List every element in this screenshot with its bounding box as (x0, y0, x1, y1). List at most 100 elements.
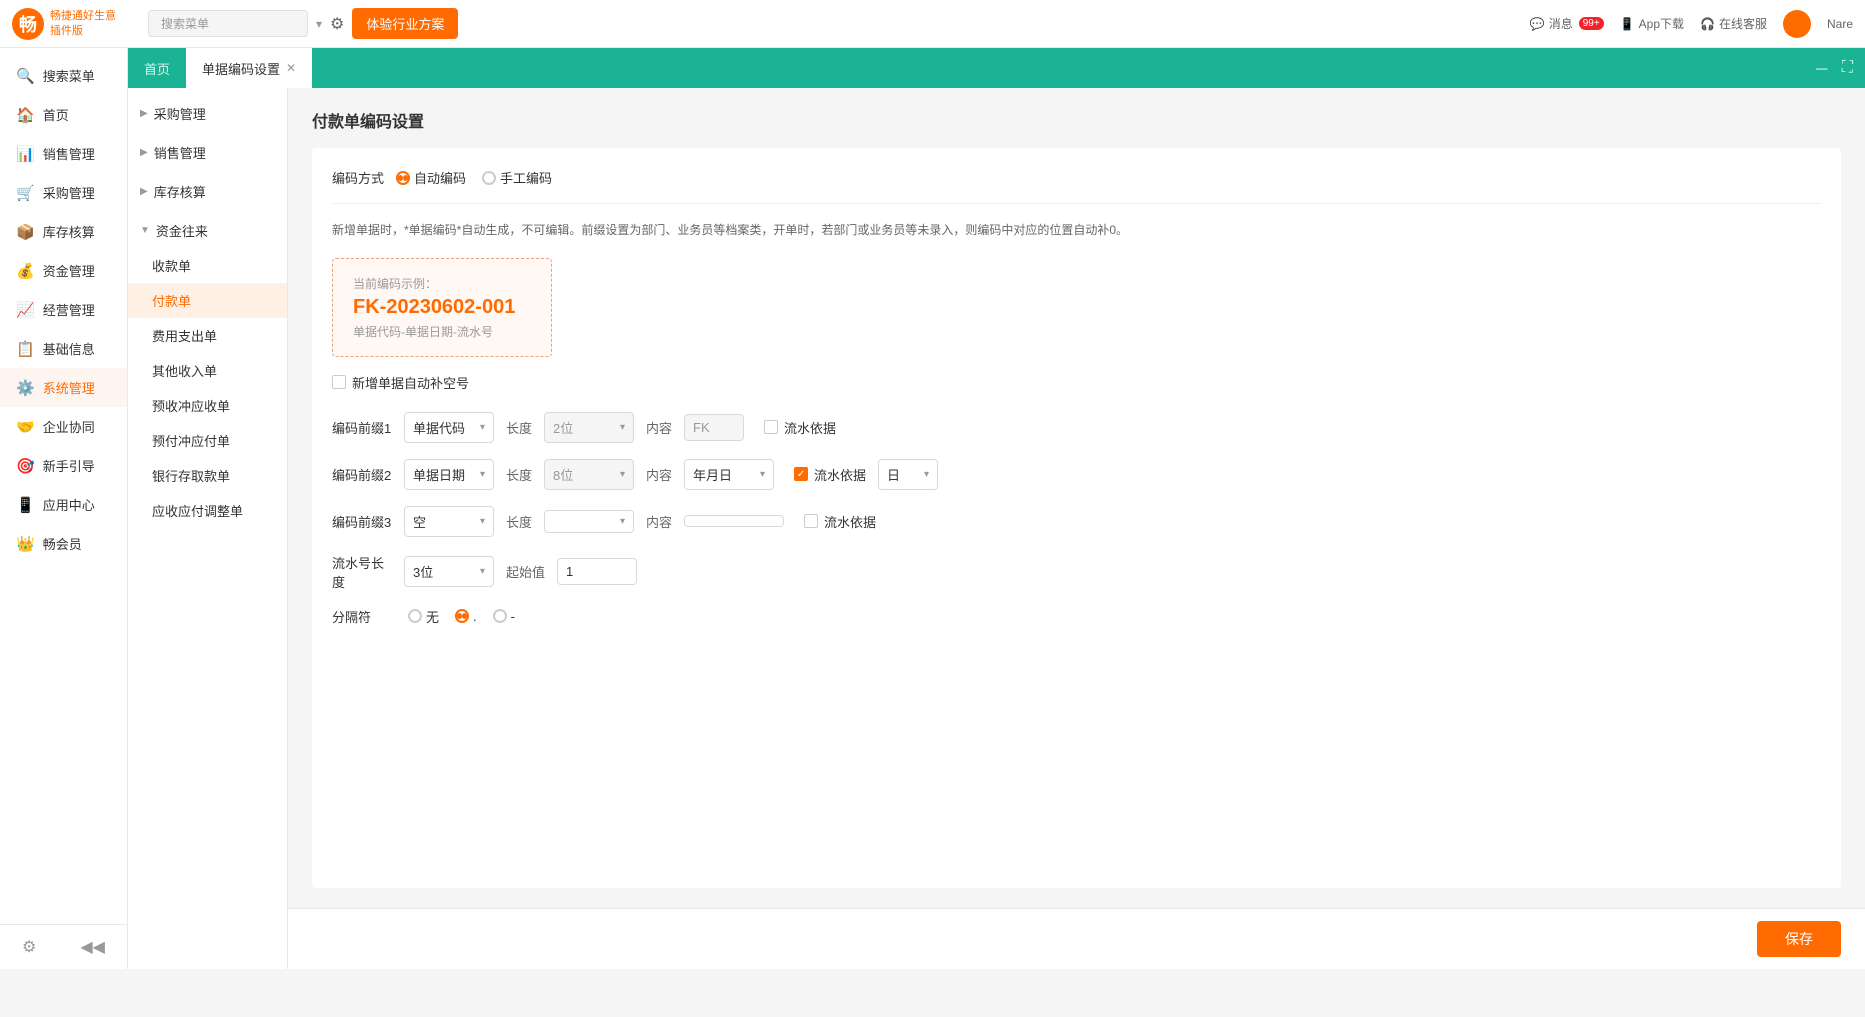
prefix1-row: 编码前缀1 单据代码 ▾ 长度 2位 ▾ 内容 FK (332, 412, 1821, 443)
prefix1-length-select[interactable]: 2位 ▾ (544, 412, 634, 443)
sidebar-item-apps[interactable]: 📱 应用中心 (0, 485, 127, 524)
separator-dot-radio[interactable]: . (455, 609, 477, 624)
encoding-method-label: 编码方式 (332, 168, 384, 187)
app-download-btn[interactable]: 📱 App下载 (1620, 15, 1684, 32)
prefix1-waterfall-checkbox[interactable] (764, 420, 778, 434)
tab-home[interactable]: 首页 (128, 48, 186, 88)
separator-row: 分隔符 无 . - (332, 607, 1821, 626)
user-avatar[interactable] (1783, 10, 1811, 38)
group-sales-title[interactable]: ▶ 销售管理 (128, 135, 287, 170)
sidebar-item-guide[interactable]: 🎯 新手引导 (0, 446, 127, 485)
prefix1-select-arrow: ▾ (480, 422, 485, 433)
settings-bottom-icon[interactable]: ⚙ (14, 933, 44, 961)
sidebar-item-other-income[interactable]: 其他收入单 (128, 353, 287, 388)
sidebar-item-operations[interactable]: 📈 经营管理 (0, 290, 127, 329)
purchase-icon: 🛒 (16, 184, 35, 202)
serial-length-select[interactable]: 3位 ▾ (404, 556, 494, 587)
tab-close-icon[interactable]: ✕ (286, 61, 296, 75)
sidebar-item-enterprise[interactable]: 🤝 企业协同 (0, 407, 127, 446)
sidebar-item-home[interactable]: 🏠 首页 (0, 95, 127, 134)
prefix2-waterfall-label: 流水依据 (814, 465, 866, 484)
prefix2-select-arrow: ▾ (480, 469, 485, 480)
header-settings-icon[interactable]: ⚙ (330, 14, 344, 34)
sidebar-item-expense[interactable]: 费用支出单 (128, 318, 287, 353)
serial-length-row: 流水号长度 3位 ▾ 起始值 1 (332, 553, 1821, 591)
collapse-icon[interactable]: ◀◀ (72, 933, 113, 961)
prefix1-select[interactable]: 单据代码 ▾ (404, 412, 494, 443)
enterprise-icon: 🤝 (16, 418, 35, 436)
prefix3-length-select[interactable]: ▾ (544, 510, 634, 533)
second-sidebar: ▶ 采购管理 ▶ 销售管理 ▶ 库存核算 (128, 88, 288, 969)
group-capital-title[interactable]: ▼ 资金往来 (128, 213, 287, 248)
auto-fill-row: 新增单据自动补空号 (332, 373, 1821, 392)
page-title: 付款单编码设置 (312, 108, 1841, 132)
start-value-input[interactable]: 1 (557, 558, 637, 585)
message-btn[interactable]: 💬 消息 99+ (1530, 15, 1604, 32)
separator-dash-radio[interactable]: - (493, 609, 515, 624)
trial-button[interactable]: 体验行业方案 (352, 8, 458, 39)
prefix3-label: 编码前缀3 (332, 512, 392, 531)
auto-code-radio[interactable]: 自动编码 (396, 168, 466, 187)
sidebar-item-sales[interactable]: 📊 销售管理 (0, 134, 127, 173)
sidebar-item-receipt[interactable]: 收款单 (128, 248, 287, 283)
separator-dot-circle (455, 609, 469, 623)
auto-fill-checkbox[interactable] (332, 375, 346, 389)
save-button[interactable]: 保存 (1757, 921, 1841, 957)
tab-minimize-icon[interactable]: － (1810, 52, 1834, 84)
message-icon: 💬 (1530, 17, 1545, 31)
group-sales-arrow: ▶ (140, 147, 148, 158)
tab-maximize-icon[interactable]: ⛶ (1838, 55, 1857, 81)
manual-code-radio[interactable]: 手工编码 (482, 168, 552, 187)
message-badge: 99+ (1579, 17, 1604, 30)
serial-length-label: 流水号长度 (332, 553, 392, 591)
sidebar-item-prepay-recv[interactable]: 预收冲应收单 (128, 388, 287, 423)
sidebar-item-adjustment[interactable]: 应收应付调整单 (128, 493, 287, 528)
sidebar-item-bank[interactable]: 银行存取款单 (128, 458, 287, 493)
prefix3-content-input[interactable] (684, 515, 784, 527)
prefix2-unit-select[interactable]: 日 ▾ (878, 459, 938, 490)
sidebar-item-finance[interactable]: 💰 资金管理 (0, 251, 127, 290)
sidebar-bottom: ⚙ ◀◀ (0, 924, 127, 969)
prefix2-select[interactable]: 单据日期 ▾ (404, 459, 494, 490)
separator-dash-circle (493, 609, 507, 623)
start-value-label: 起始值 (506, 562, 545, 581)
prefix1-content-input: FK (684, 414, 744, 441)
manual-code-radio-circle (482, 171, 496, 185)
sidebar-item-payment[interactable]: 付款单 (128, 283, 287, 318)
prefix3-select[interactable]: 空 ▾ (404, 506, 494, 537)
sidebar-nav: 🔍 搜索菜单 🏠 首页 📊 销售管理 🛒 采购管理 📦 库存核算 💰 资 (0, 48, 127, 924)
group-purchase: ▶ 采购管理 (128, 96, 287, 131)
prefix2-content-select[interactable]: 年月日 ▾ (684, 459, 774, 490)
tab-bar-actions: － ⛶ (1810, 52, 1865, 84)
tab-code-settings[interactable]: 单据编码设置 ✕ (186, 48, 312, 88)
sidebar-item-search[interactable]: 🔍 搜索菜单 (0, 56, 127, 95)
header-dropdown-arrow[interactable]: ▾ (316, 17, 322, 31)
prefix2-waterfall-checkbox[interactable]: ✓ (794, 467, 808, 481)
prefix2-waterfall-row: ✓ 流水依据 (794, 465, 866, 484)
prefix3-waterfall-row: 流水依据 (804, 512, 876, 531)
prefix2-length-select[interactable]: 8位 ▾ (544, 459, 634, 490)
prefix3-length-label: 长度 (506, 512, 532, 531)
sidebar-item-prepay-pay[interactable]: 预付冲应付单 (128, 423, 287, 458)
logo-icon: 畅 (12, 8, 44, 40)
main-card: 编码方式 自动编码 手工编码 (312, 148, 1841, 888)
user-name: Nare (1827, 17, 1853, 31)
encoding-method-row: 编码方式 自动编码 手工编码 (332, 168, 1821, 204)
sidebar-item-system[interactable]: ⚙️ 系统管理 (0, 368, 127, 407)
prefix3-waterfall-checkbox[interactable] (804, 514, 818, 528)
header-search-box: 搜索菜单 (148, 10, 308, 37)
separator-none-radio[interactable]: 无 (408, 607, 439, 626)
sidebar-item-purchase[interactable]: 🛒 采购管理 (0, 173, 127, 212)
basics-icon: 📋 (16, 340, 35, 358)
sidebar-item-member[interactable]: 👑 畅会员 (0, 524, 127, 563)
code-example-label: 当前编码示例： (353, 275, 531, 292)
member-icon: 👑 (16, 535, 35, 553)
content-wrapper: 付款单编码设置 编码方式 自动编码 (288, 88, 1865, 969)
online-service-btn[interactable]: 🎧 在线客服 (1700, 15, 1767, 32)
header-nav: 搜索菜单 ▾ ⚙ 体验行业方案 (140, 8, 1530, 39)
group-purchase-title[interactable]: ▶ 采购管理 (128, 96, 287, 131)
prefix1-waterfall-label: 流水依据 (784, 418, 836, 437)
sidebar-item-inventory[interactable]: 📦 库存核算 (0, 212, 127, 251)
sidebar-item-basics[interactable]: 📋 基础信息 (0, 329, 127, 368)
group-inventory-title[interactable]: ▶ 库存核算 (128, 174, 287, 209)
